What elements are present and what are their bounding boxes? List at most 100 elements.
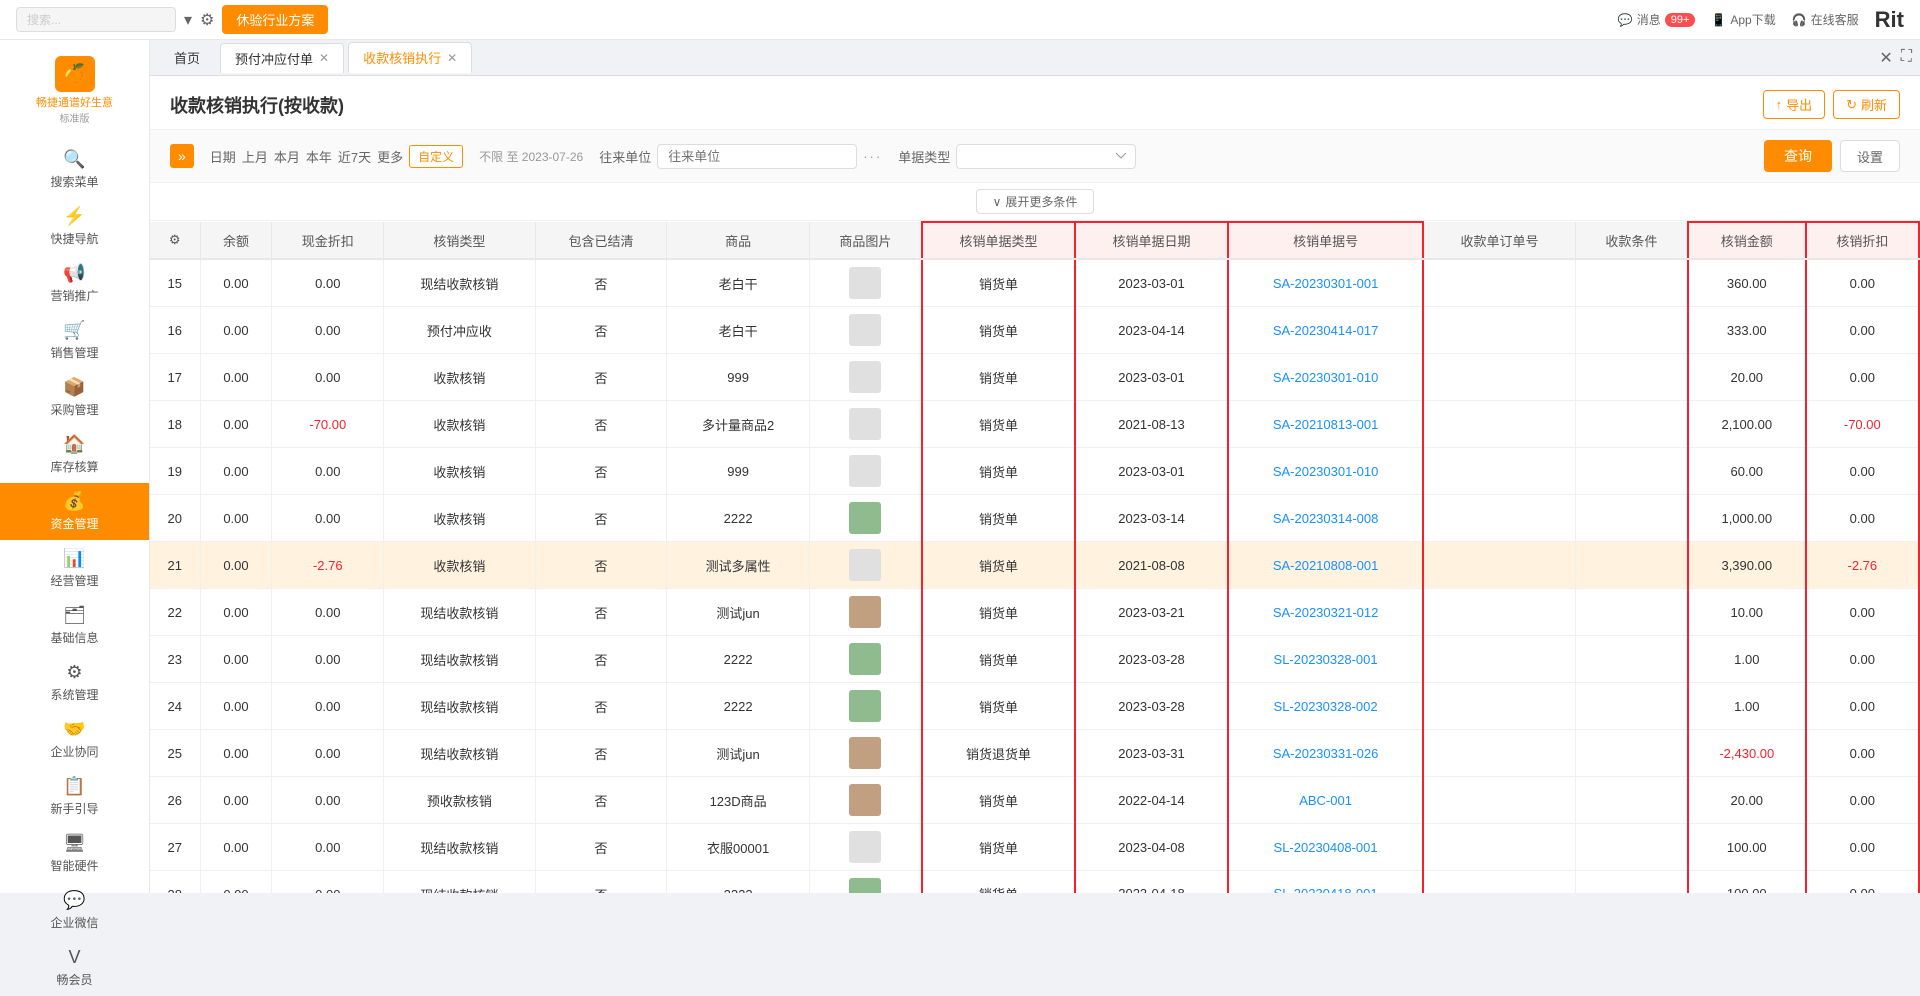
cell-product-img	[809, 683, 921, 730]
close-window-icon[interactable]: ✕	[1879, 48, 1892, 68]
sidebar-item-basic[interactable]: 🗂 基础信息	[0, 597, 149, 654]
cell-writeoff-discount: 0.00	[1806, 448, 1919, 495]
tab-prepay-close[interactable]: ✕	[319, 51, 329, 65]
writeoff-doc-link[interactable]: SA-20230314-008	[1273, 511, 1379, 526]
partner-input[interactable]	[657, 144, 857, 169]
writeoff-doc-link[interactable]: SA-20230414-017	[1273, 323, 1379, 338]
cell-writeoff-doc-no[interactable]: SA-20210808-001	[1228, 542, 1423, 589]
tab-receipt-close[interactable]: ✕	[447, 51, 457, 65]
sidebar-item-operation[interactable]: 📊 经营管理	[0, 540, 149, 597]
cell-writeoff-discount: 0.00	[1806, 495, 1919, 542]
cell-writeoff-doc-no[interactable]: SA-20230301-010	[1228, 354, 1423, 401]
cell-writeoff-doc-no[interactable]: SA-20230414-017	[1228, 307, 1423, 354]
writeoff-doc-link[interactable]: SA-20230301-010	[1273, 370, 1379, 385]
cell-writeoff-doc-no[interactable]: ABC-001	[1228, 777, 1423, 824]
sidebar-item-vip[interactable]: V 畅会员	[0, 939, 149, 996]
cell-writeoff-doc-no[interactable]: SA-20210813-001	[1228, 401, 1423, 448]
sidebar-item-wechat[interactable]: 💬 企业微信	[0, 882, 149, 939]
tab-home[interactable]: 首页	[158, 42, 216, 73]
cell-writeoff-doc-no[interactable]: SL-20230408-001	[1228, 824, 1423, 871]
cell-writeoff-discount: 0.00	[1806, 636, 1919, 683]
cell-receipt-order-no	[1423, 683, 1575, 730]
cell-receipt-condition	[1575, 495, 1687, 542]
writeoff-doc-link[interactable]: SL-20230408-001	[1274, 840, 1378, 855]
sidebar-item-guide[interactable]: 📋 新手引导	[0, 768, 149, 825]
cell-include-settled: 否	[535, 730, 667, 777]
sidebar-item-purchase[interactable]: 📦 采购管理	[0, 369, 149, 426]
this-year-link[interactable]: 本年	[306, 147, 332, 166]
cell-writeoff-type: 现结收款核销	[384, 636, 536, 683]
search-box[interactable]: 搜索...	[16, 7, 176, 32]
writeoff-doc-link[interactable]: SL-20230328-001	[1274, 652, 1378, 667]
cell-balance: 0.00	[200, 354, 272, 401]
cell-writeoff-amount: 10.00	[1688, 589, 1806, 636]
sidebar-item-enterprise[interactable]: 🤝 企业协同	[0, 711, 149, 768]
th-writeoff-discount: 核销折扣	[1806, 222, 1919, 259]
cell-writeoff-doc-no[interactable]: SL-20230328-001	[1228, 636, 1423, 683]
cell-product-img	[809, 448, 921, 495]
table-row: 15 0.00 0.00 现结收款核销 否 老白干 销货单 2023-03-01…	[150, 259, 1919, 307]
chevron-down-icon[interactable]: ▾	[184, 10, 192, 30]
cell-product-img	[809, 542, 921, 589]
sidebar-item-hardware[interactable]: 🖥 智能硬件	[0, 825, 149, 882]
product-image	[849, 737, 881, 769]
settings-button[interactable]: 设置	[1840, 140, 1900, 172]
sidebar-item-sales[interactable]: 🛒 销售管理	[0, 312, 149, 369]
writeoff-doc-link[interactable]: SL-20230328-002	[1274, 699, 1378, 714]
last7days-link[interactable]: 近7天	[338, 147, 371, 166]
sidebar-item-finance[interactable]: 💰 资金管理	[0, 483, 149, 540]
doctype-select[interactable]	[956, 144, 1136, 169]
filter-toggle-button[interactable]: »	[170, 144, 194, 168]
cell-writeoff-discount: 0.00	[1806, 354, 1919, 401]
cell-writeoff-doc-no[interactable]: SA-20230301-001	[1228, 259, 1423, 307]
user-name[interactable]: Rit	[1875, 7, 1904, 33]
sidebar-item-inventory[interactable]: 🏠 库存核算	[0, 426, 149, 483]
last-month-link[interactable]: 上月	[242, 147, 268, 166]
cell-writeoff-type: 收款核销	[384, 401, 536, 448]
cell-receipt-order-no	[1423, 589, 1575, 636]
cell-receipt-condition	[1575, 401, 1687, 448]
cell-writeoff-doc-no[interactable]: SL-20230328-002	[1228, 683, 1423, 730]
export-button[interactable]: ↑ 导出	[1763, 90, 1826, 119]
sidebar-item-label: 新手引导	[50, 800, 98, 817]
query-button[interactable]: 查询	[1764, 140, 1832, 172]
gear-icon[interactable]: ⚙	[200, 10, 214, 30]
th-settings[interactable]: ⚙	[150, 222, 200, 259]
cell-writeoff-doc-no[interactable]: SA-20230314-008	[1228, 495, 1423, 542]
writeoff-doc-link[interactable]: SA-20210813-001	[1273, 417, 1379, 432]
writeoff-doc-link[interactable]: SA-20230301-001	[1273, 276, 1379, 291]
app-download[interactable]: 📱 App下载	[1711, 11, 1775, 28]
tab-prepay[interactable]: 预付冲应付单 ✕	[220, 43, 344, 73]
this-month-link[interactable]: 本月	[274, 147, 300, 166]
message-area[interactable]: 💬 消息 99+	[1618, 11, 1696, 28]
cell-writeoff-doc-no[interactable]: SA-20230301-010	[1228, 448, 1423, 495]
tab-bar: 首页 预付冲应付单 ✕ 收款核销执行 ✕ ✕ ⛶	[150, 40, 1920, 76]
writeoff-doc-link[interactable]: SA-20230321-012	[1273, 605, 1379, 620]
maximize-icon[interactable]: ⛶	[1901, 48, 1912, 68]
cell-writeoff-doc-no[interactable]: SA-20230321-012	[1228, 589, 1423, 636]
expand-button[interactable]: ∨ 展开更多条件	[976, 189, 1095, 214]
writeoff-doc-link[interactable]: SA-20230331-026	[1273, 746, 1379, 761]
tab-receipt[interactable]: 收款核销执行 ✕	[348, 42, 472, 73]
cell-writeoff-doc-no[interactable]: SA-20230331-026	[1228, 730, 1423, 777]
online-service[interactable]: 🎧 在线客服	[1792, 11, 1859, 28]
sidebar-item-system[interactable]: ⚙ 系统管理	[0, 654, 149, 711]
cell-writeoff-doc-no[interactable]: SL-20230418-001	[1228, 871, 1423, 894]
sidebar-item-marketing[interactable]: 📢 营销推广	[0, 255, 149, 312]
more-link[interactable]: 更多	[377, 147, 403, 166]
solution-button[interactable]: 休验行业方案	[222, 5, 328, 34]
cell-idx: 26	[150, 777, 200, 824]
sidebar-item-quick[interactable]: ⚡ 快捷导航	[0, 198, 149, 255]
refresh-button[interactable]: ↻ 刷新	[1833, 90, 1900, 119]
custom-date-button[interactable]: 自定义	[409, 145, 463, 168]
cell-idx: 28	[150, 871, 200, 894]
writeoff-doc-link[interactable]: SL-20230418-001	[1274, 886, 1378, 893]
search-icon: 🔍	[63, 149, 85, 170]
logo-text: 畅捷通谱好生意	[36, 96, 113, 110]
cell-balance: 0.00	[200, 259, 272, 307]
writeoff-doc-link[interactable]: SA-20230301-010	[1273, 464, 1379, 479]
writeoff-doc-link[interactable]: ABC-001	[1299, 793, 1352, 808]
writeoff-doc-link[interactable]: SA-20210808-001	[1273, 558, 1379, 573]
filter-date-group: 日期 上月 本月 本年 近7天 更多 自定义	[210, 145, 463, 168]
sidebar-item-search[interactable]: 🔍 搜索菜单	[0, 141, 149, 198]
